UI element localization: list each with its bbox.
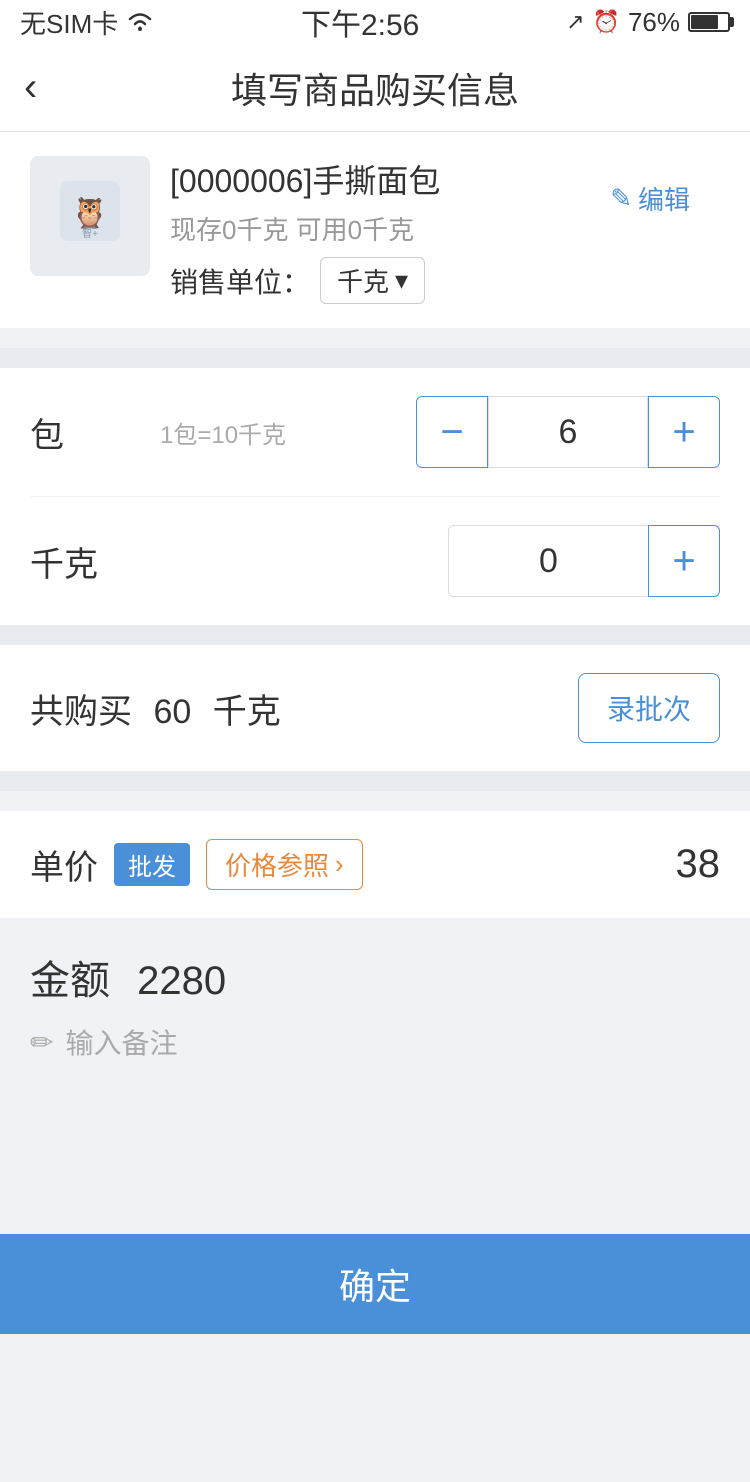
battery-icon [688,12,730,32]
total-text: 共购买 60 千克 [30,684,281,733]
price-value: 38 [676,842,721,887]
bao-minus-button[interactable]: − [416,396,488,468]
amount-label: 金额 [30,959,110,1003]
edit-label: 编辑 [638,180,690,217]
kg-quantity-control: + [448,525,720,597]
battery-text: 76% [628,7,680,38]
product-thumbnail: 🦉 智+ [30,156,150,276]
kg-input[interactable] [448,525,648,597]
kg-input-row: 千克 + [30,497,720,625]
price-section: 单价 批发 价格参照 › 38 [0,811,750,918]
section-divider-3 [0,771,750,791]
kg-plus-button[interactable]: + [648,525,720,597]
carrier-text: 无SIM卡 [20,4,118,41]
bao-label: 包 [30,408,150,457]
bao-quantity-control: − + [416,396,720,468]
location-icon: ↗ [566,9,584,35]
product-unit-row: 销售单位： 千克 ▾ [170,257,720,304]
price-ref-button[interactable]: 价格参照 › [206,839,363,890]
total-section: 共购买 60 千克 录批次 [0,645,750,771]
price-ref-label: 价格参照 [225,846,329,883]
product-info: [0000006]手撕面包 现存0千克 可用0千克 销售单位： 千克 ▾ ✎ 编… [170,156,720,304]
nav-bar: ‹ 填写商品购买信息 [0,44,750,132]
bao-input-row: 包 1包=10千克 − + [30,368,720,497]
wifi-icon [126,12,154,32]
back-button[interactable]: ‹ [24,65,37,110]
price-tag: 批发 [114,843,190,886]
bao-plus-button[interactable]: + [648,396,720,468]
total-unit: 千克 [213,693,281,731]
unit-select[interactable]: 千克 ▾ [320,257,425,304]
section-divider-2 [0,625,750,645]
status-bar: 无SIM卡 下午2:56 ↗ ⏰ 76% [0,0,750,44]
status-right: ↗ ⏰ 76% [566,7,730,38]
note-row[interactable]: ✏ 输入备注 [30,1022,720,1062]
batch-button[interactable]: 录批次 [578,673,720,743]
section-divider-1 [0,348,750,368]
amount-value: 2280 [137,959,226,1003]
confirm-button-label: 确定 [339,1258,411,1310]
svg-text:🦉: 🦉 [71,196,108,230]
status-left: 无SIM卡 [20,4,154,41]
status-time: 下午2:56 [301,0,419,44]
price-label: 单价 [30,840,98,889]
edit-button[interactable]: ✎ 编辑 [610,180,690,217]
pencil-icon: ✏ [30,1026,53,1059]
kg-label: 千克 [30,537,150,586]
product-card: 🦉 智+ [0000006]手撕面包 现存0千克 可用0千克 销售单位： 千克 … [0,132,750,328]
bao-input[interactable] [488,396,648,468]
edit-icon: ✎ [610,183,632,214]
page-title: 填写商品购买信息 [231,62,519,114]
unit-value: 千克 [337,262,389,299]
total-amount: 60 [153,693,191,731]
price-ref-arrow: › [335,849,344,880]
unit-label: 销售单位： [170,261,310,301]
svg-text:智+: 智+ [82,227,98,240]
total-label: 共购买 [30,693,132,731]
amount-section: 金额 2280 ✏ 输入备注 [0,918,750,1082]
note-placeholder: 输入备注 [65,1022,177,1062]
amount-row: 金额 2280 [30,948,720,1006]
input-section: 包 1包=10千克 − + 千克 + [0,368,750,625]
product-thumb-icon: 🦉 智+ [60,181,120,251]
alarm-icon: ⏰ [593,9,620,35]
unit-chevron: ▾ [395,265,408,296]
confirm-bar[interactable]: 确定 [0,1234,750,1334]
bao-hint: 1包=10千克 [160,415,416,450]
